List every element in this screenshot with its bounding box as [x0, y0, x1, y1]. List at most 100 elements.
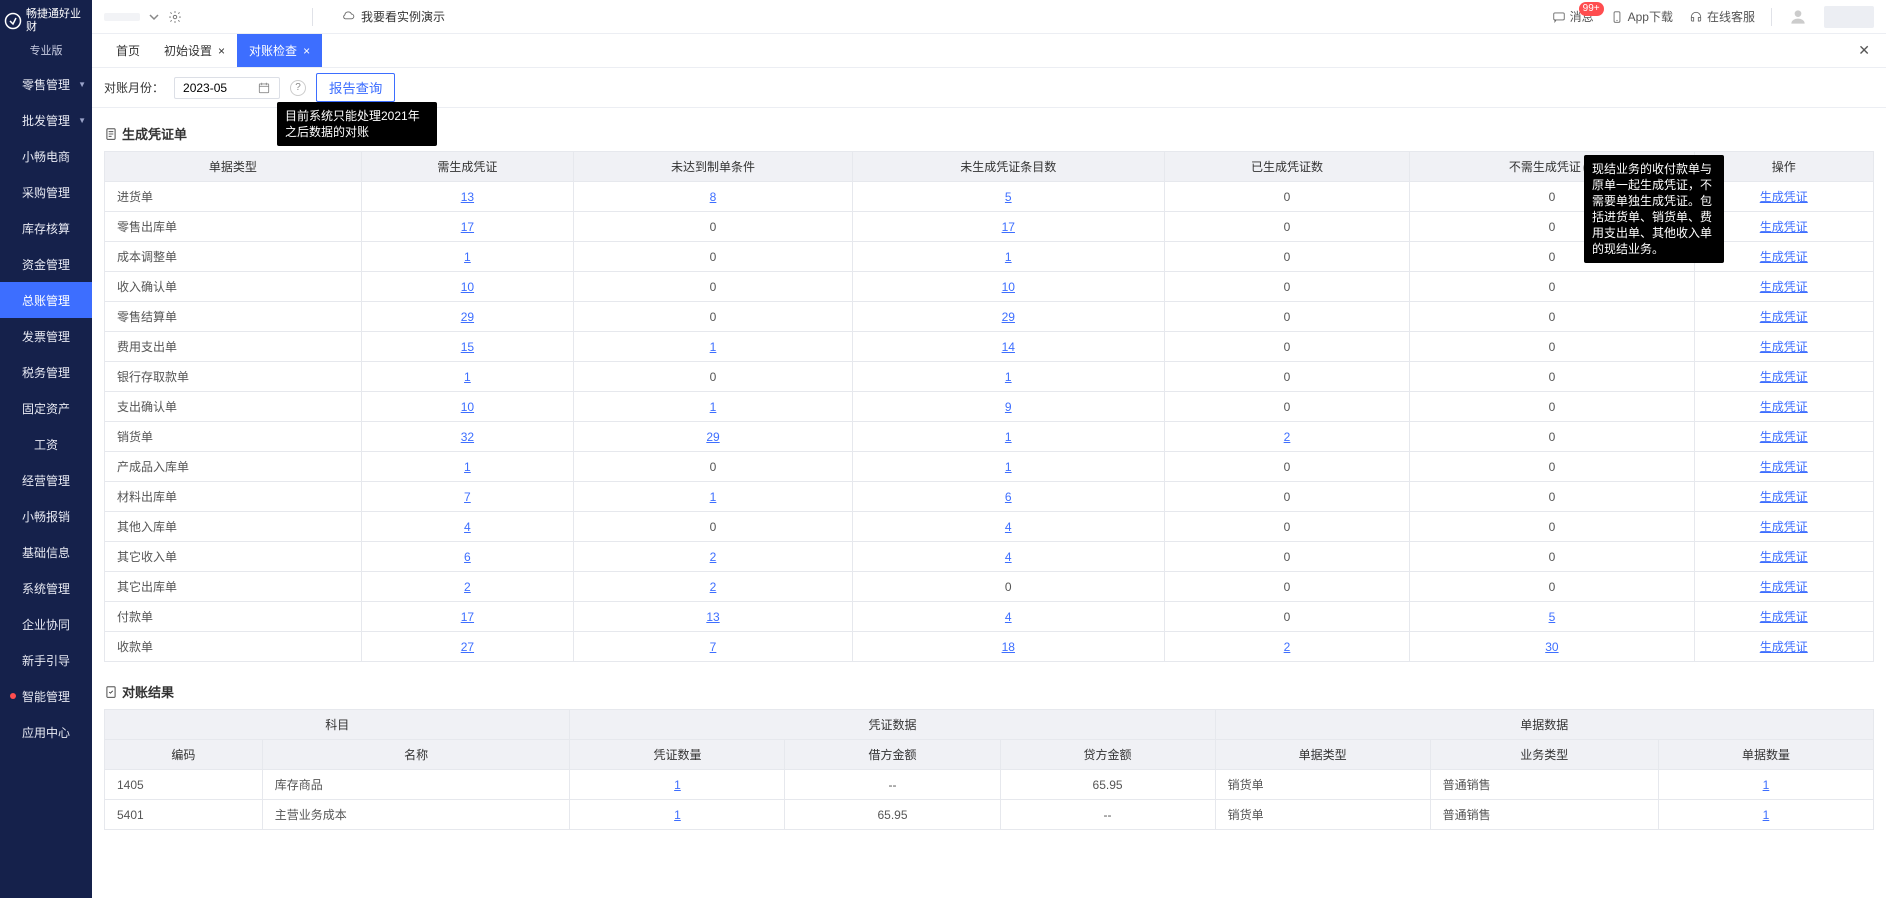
- app-download-button[interactable]: App下载: [1610, 8, 1673, 25]
- sidebar-item-13[interactable]: 基础信息: [0, 534, 92, 570]
- sidebar-item-3[interactable]: 采购管理: [0, 174, 92, 210]
- value-link[interactable]: 1: [1005, 460, 1012, 474]
- sidebar-item-6[interactable]: 总账管理: [0, 282, 92, 318]
- sidebar-item-11[interactable]: 经营管理: [0, 462, 92, 498]
- service-button[interactable]: 在线客服: [1689, 8, 1755, 25]
- sidebar-item-12[interactable]: 小畅报销: [0, 498, 92, 534]
- sidebar-item-7[interactable]: 发票管理: [0, 318, 92, 354]
- generate-voucher-link[interactable]: 生成凭证: [1760, 370, 1808, 384]
- generate-voucher-link[interactable]: 生成凭证: [1760, 190, 1808, 204]
- gear-icon[interactable]: [168, 10, 182, 24]
- value-link[interactable]: 4: [1005, 520, 1012, 534]
- value-link[interactable]: 8: [710, 190, 717, 204]
- value-link[interactable]: 29: [461, 310, 474, 324]
- value-link[interactable]: 5: [1005, 190, 1012, 204]
- sidebar-item-2[interactable]: 小畅电商: [0, 138, 92, 174]
- sidebar-item-4[interactable]: 库存核算: [0, 210, 92, 246]
- value-link[interactable]: 17: [461, 220, 474, 234]
- value-link[interactable]: 10: [1002, 280, 1015, 294]
- value-link[interactable]: 1: [674, 778, 681, 792]
- generate-voucher-link[interactable]: 生成凭证: [1760, 550, 1808, 564]
- generate-voucher-link[interactable]: 生成凭证: [1760, 220, 1808, 234]
- value-link[interactable]: 7: [464, 490, 471, 504]
- value-link[interactable]: 1: [710, 340, 717, 354]
- avatar-icon[interactable]: [1788, 7, 1808, 27]
- close-all-tabs[interactable]: ✕: [1854, 38, 1874, 63]
- value-link[interactable]: 27: [461, 640, 474, 654]
- value-link[interactable]: 10: [461, 280, 474, 294]
- value-link[interactable]: 17: [461, 610, 474, 624]
- value-link[interactable]: 2: [464, 580, 471, 594]
- value-link[interactable]: 1: [464, 460, 471, 474]
- value-link[interactable]: 4: [464, 520, 471, 534]
- value-link[interactable]: 15: [461, 340, 474, 354]
- value-link[interactable]: 2: [1284, 430, 1291, 444]
- value-link[interactable]: 2: [710, 550, 717, 564]
- value-link[interactable]: 1: [1005, 250, 1012, 264]
- value-link[interactable]: 29: [706, 430, 719, 444]
- sidebar-item-14[interactable]: 系统管理: [0, 570, 92, 606]
- month-input[interactable]: [183, 81, 251, 95]
- value-link[interactable]: 13: [706, 610, 719, 624]
- value-link[interactable]: 9: [1005, 400, 1012, 414]
- demo-link[interactable]: 我要看实例演示: [341, 8, 445, 25]
- value-link[interactable]: 1: [1005, 370, 1012, 384]
- value-link[interactable]: 30: [1545, 640, 1558, 654]
- sidebar-item-5[interactable]: 资金管理: [0, 246, 92, 282]
- value-link[interactable]: 6: [1005, 490, 1012, 504]
- sidebar-item-17[interactable]: 智能管理: [0, 678, 92, 714]
- month-picker[interactable]: [174, 77, 280, 99]
- generate-voucher-link[interactable]: 生成凭证: [1760, 610, 1808, 624]
- sidebar-item-8[interactable]: 税务管理: [0, 354, 92, 390]
- company-selector[interactable]: [104, 10, 304, 24]
- value-link[interactable]: 4: [1005, 610, 1012, 624]
- value-link[interactable]: 18: [1002, 640, 1015, 654]
- value-link[interactable]: 5: [1549, 610, 1556, 624]
- tab-1[interactable]: 初始设置×: [152, 34, 237, 67]
- tab-0[interactable]: 首页: [104, 34, 152, 67]
- generate-voucher-link[interactable]: 生成凭证: [1760, 520, 1808, 534]
- value-link[interactable]: 7: [710, 640, 717, 654]
- value-link[interactable]: 1: [710, 490, 717, 504]
- value-link[interactable]: 6: [464, 550, 471, 564]
- sidebar-item-1[interactable]: 批发管理▼: [0, 102, 92, 138]
- value-link[interactable]: 13: [461, 190, 474, 204]
- tab-2[interactable]: 对账检查×: [237, 34, 322, 67]
- value-link[interactable]: 1: [1763, 778, 1770, 792]
- value-link[interactable]: 10: [461, 400, 474, 414]
- sidebar-item-18[interactable]: 应用中心: [0, 714, 92, 750]
- generate-voucher-link[interactable]: 生成凭证: [1760, 310, 1808, 324]
- value-link[interactable]: 17: [1002, 220, 1015, 234]
- value-link[interactable]: 2: [710, 580, 717, 594]
- value-link[interactable]: 1: [1005, 430, 1012, 444]
- value-link[interactable]: 14: [1002, 340, 1015, 354]
- value-link[interactable]: 1: [1763, 808, 1770, 822]
- close-icon[interactable]: ×: [218, 44, 225, 58]
- generate-voucher-link[interactable]: 生成凭证: [1760, 430, 1808, 444]
- value-link[interactable]: 2: [1284, 640, 1291, 654]
- generate-voucher-link[interactable]: 生成凭证: [1760, 460, 1808, 474]
- value-link[interactable]: 32: [461, 430, 474, 444]
- close-icon[interactable]: ×: [303, 44, 310, 58]
- sidebar-item-10[interactable]: 工资: [0, 426, 92, 462]
- user-name-placeholder[interactable]: [1824, 6, 1874, 28]
- value-link[interactable]: 1: [674, 808, 681, 822]
- calendar-icon[interactable]: [257, 81, 271, 95]
- value-link[interactable]: 1: [710, 400, 717, 414]
- value-link[interactable]: 4: [1005, 550, 1012, 564]
- sidebar-item-15[interactable]: 企业协同: [0, 606, 92, 642]
- help-icon[interactable]: ?: [290, 80, 306, 96]
- generate-voucher-link[interactable]: 生成凭证: [1760, 340, 1808, 354]
- generate-voucher-link[interactable]: 生成凭证: [1760, 490, 1808, 504]
- report-query-button[interactable]: 报告查询: [316, 73, 395, 102]
- sidebar-item-0[interactable]: 零售管理▼: [0, 66, 92, 102]
- generate-voucher-link[interactable]: 生成凭证: [1760, 580, 1808, 594]
- sidebar-item-9[interactable]: 固定资产: [0, 390, 92, 426]
- value-link[interactable]: 29: [1002, 310, 1015, 324]
- value-link[interactable]: 1: [464, 250, 471, 264]
- value-link[interactable]: 1: [464, 370, 471, 384]
- generate-voucher-link[interactable]: 生成凭证: [1760, 400, 1808, 414]
- generate-voucher-link[interactable]: 生成凭证: [1760, 250, 1808, 264]
- message-button[interactable]: 消息 99+: [1552, 8, 1594, 25]
- sidebar-item-16[interactable]: 新手引导: [0, 642, 92, 678]
